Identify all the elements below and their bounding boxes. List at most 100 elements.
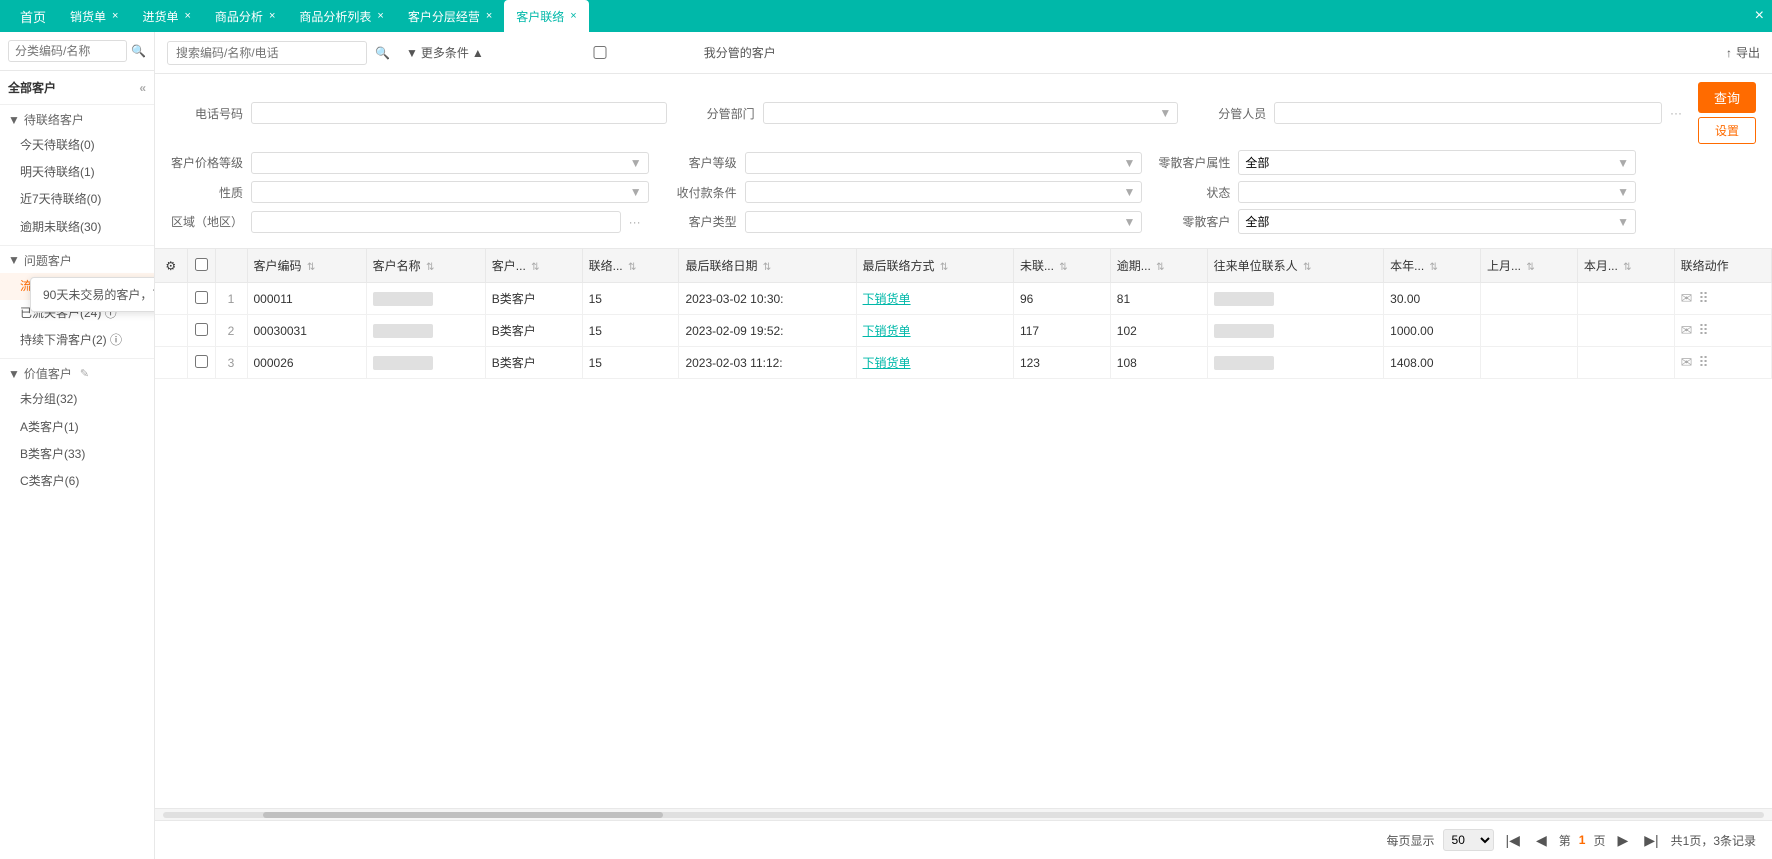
row3-more-icon[interactable]: ⠿ — [1698, 354, 1708, 371]
th-contact[interactable]: 联络... ⇅ — [582, 249, 679, 283]
row2-more-icon[interactable]: ⠿ — [1698, 322, 1708, 339]
first-page-button[interactable]: |◀ — [1502, 830, 1524, 851]
group-value-customer[interactable]: ▼ 价值客户 ✎ — [0, 358, 154, 386]
customer-grade-select[interactable]: ▼ — [745, 152, 1143, 174]
sidebar-item-tomorrow-pending[interactable]: 明天待联络(1) — [0, 159, 154, 186]
sidebar-item-today-pending[interactable]: 今天待联络(0) — [0, 132, 154, 159]
sidebar-item-declining[interactable]: 持续下滑客户(2) ⓘ — [0, 327, 154, 354]
tab-analysis-list[interactable]: 商品分析列表 × — [287, 0, 395, 32]
row3-checkbox[interactable] — [195, 355, 208, 368]
settings-button[interactable]: 设置 — [1698, 117, 1756, 144]
sidebar-item-overdue-contact[interactable]: 逾期未联络(30) — [0, 214, 154, 241]
th-unit-contact[interactable]: 往来单位联系人 ⇅ — [1207, 249, 1384, 283]
tab-customer-segment[interactable]: 客户分层经营 × — [396, 0, 504, 32]
row3-method-link[interactable]: 下销货单 — [863, 356, 911, 370]
row3-check[interactable] — [187, 347, 215, 379]
scatter-customer-select[interactable]: 全部 ▼ — [1238, 209, 1636, 234]
person-input[interactable] — [1274, 102, 1662, 124]
close-purchase-icon[interactable]: × — [184, 10, 190, 22]
scroll-thumb[interactable] — [263, 812, 663, 818]
edit-value-icon[interactable]: ✎ — [80, 367, 89, 380]
row1-check[interactable] — [187, 283, 215, 315]
th-last-month[interactable]: 上月... ⇅ — [1480, 249, 1577, 283]
scroll-track[interactable] — [163, 812, 1764, 818]
th-this-month[interactable]: 本月... ⇅ — [1577, 249, 1674, 283]
customer-type-select[interactable]: ▼ — [745, 211, 1143, 233]
close-sales-icon[interactable]: × — [112, 10, 118, 22]
region-dots-icon[interactable]: ··· — [621, 215, 649, 229]
th-last-method[interactable]: 最后联络方式 ⇅ — [856, 249, 1013, 283]
row2-check[interactable] — [187, 315, 215, 347]
th-last-date[interactable]: 最后联络日期 ⇅ — [679, 249, 856, 283]
row2-uncontact: 117 — [1013, 315, 1110, 347]
my-customer-checkbox-label[interactable]: 我分管的客户 — [500, 44, 776, 61]
search-input[interactable] — [167, 41, 367, 65]
search-button[interactable]: 🔍 — [375, 46, 390, 60]
group-problem-customer[interactable]: ▼ 问题客户 — [0, 245, 154, 273]
row1-message-icon[interactable]: ✉ — [1681, 290, 1693, 307]
th-uncontact[interactable]: 未联... ⇅ — [1013, 249, 1110, 283]
row2-checkbox[interactable] — [195, 323, 208, 336]
last-page-button[interactable]: ▶| — [1640, 830, 1662, 851]
payment-select[interactable]: ▼ — [745, 181, 1143, 203]
next-page-button[interactable]: ▶ — [1613, 830, 1632, 851]
sidebar-item-unclassified[interactable]: 未分组(32) — [0, 386, 154, 413]
close-analysis-icon[interactable]: × — [269, 10, 275, 22]
row2-message-icon[interactable]: ✉ — [1681, 322, 1693, 339]
th-code[interactable]: 客户编码 ⇅ — [247, 249, 366, 283]
query-button[interactable]: 查询 — [1698, 82, 1756, 113]
region-input[interactable] — [251, 211, 621, 233]
th-overdue[interactable]: 逾期... ⇅ — [1110, 249, 1207, 283]
scatter-attr-select[interactable]: 全部 ▼ — [1238, 150, 1636, 175]
collapse-sidebar-icon[interactable]: « — [139, 81, 146, 95]
nature-select[interactable]: ▼ — [251, 181, 649, 203]
my-customer-checkbox[interactable] — [500, 46, 700, 59]
more-filter-button[interactable]: ▼ 更多条件 ▲ — [398, 40, 492, 65]
settings-gear-th[interactable]: ⚙ — [155, 249, 187, 283]
tab-sales[interactable]: 销货单 × — [58, 0, 130, 32]
per-page-label: 每页显示 — [1387, 832, 1435, 849]
sidebar-item-7day-pending[interactable]: 近7天待联络(0) — [0, 186, 154, 213]
th-year[interactable]: 本年... ⇅ — [1384, 249, 1481, 283]
row2-lastm — [1480, 315, 1577, 347]
sidebar-item-class-a[interactable]: A类客户(1) — [0, 414, 154, 441]
prev-page-button[interactable]: ◀ — [1532, 830, 1551, 851]
tab-analysis[interactable]: 商品分析 × — [203, 0, 287, 32]
row2-date: 2023-02-09 19:52: — [679, 315, 856, 347]
row2-action: ✉ ⠿ — [1674, 315, 1771, 347]
row1-more-icon[interactable]: ⠿ — [1698, 290, 1708, 307]
status-select[interactable]: ▼ — [1238, 181, 1636, 203]
person-dots-icon[interactable]: ··· — [1662, 106, 1690, 120]
close-segment-icon[interactable]: × — [486, 10, 492, 22]
close-contact-icon[interactable]: × — [570, 10, 576, 22]
export-button[interactable]: ↑ 导出 — [1726, 44, 1760, 61]
scatter-customer-arrow-icon: ▼ — [1617, 215, 1629, 229]
tab-customer-contact[interactable]: 客户联络 × — [504, 0, 588, 32]
customer-type-arrow-icon: ▼ — [1123, 215, 1135, 229]
select-all-th[interactable] — [187, 249, 215, 283]
per-page-select[interactable]: 50 100 200 — [1443, 829, 1494, 851]
all-customers-header[interactable]: 全部客户 « — [0, 71, 154, 105]
row2-method-link[interactable]: 下销货单 — [863, 324, 911, 338]
price-grade-select[interactable]: ▼ — [251, 152, 649, 174]
sidebar-item-class-b[interactable]: B类客户(33) — [0, 441, 154, 468]
window-close-button[interactable]: × — [1755, 7, 1764, 25]
arrow-problem-icon: ▼ — [8, 253, 20, 267]
sidebar-item-class-c[interactable]: C类客户(6) — [0, 468, 154, 495]
phone-input[interactable] — [251, 102, 667, 124]
dept-select[interactable]: ▼ — [763, 102, 1179, 124]
sidebar-search-icon[interactable]: 🔍 — [131, 44, 146, 58]
group-pending-contact[interactable]: ▼ 待联络客户 — [0, 105, 154, 132]
table-row: 1 000011 B类客户 15 2023-03-02 10:30: 下销货单 … — [155, 283, 1772, 315]
row1-checkbox[interactable] — [195, 291, 208, 304]
tab-purchase[interactable]: 进货单 × — [130, 0, 202, 32]
th-type[interactable]: 客户... ⇅ — [485, 249, 582, 283]
tab-home[interactable]: 首页 — [8, 7, 58, 26]
row3-message-icon[interactable]: ✉ — [1681, 354, 1693, 371]
horizontal-scrollbar[interactable] — [155, 808, 1772, 820]
sidebar-search-input[interactable] — [8, 40, 127, 62]
th-name[interactable]: 客户名称 ⇅ — [366, 249, 485, 283]
row1-method-link[interactable]: 下销货单 — [863, 292, 911, 306]
close-analysis-list-icon[interactable]: × — [377, 10, 383, 22]
select-all-checkbox[interactable] — [195, 258, 208, 271]
